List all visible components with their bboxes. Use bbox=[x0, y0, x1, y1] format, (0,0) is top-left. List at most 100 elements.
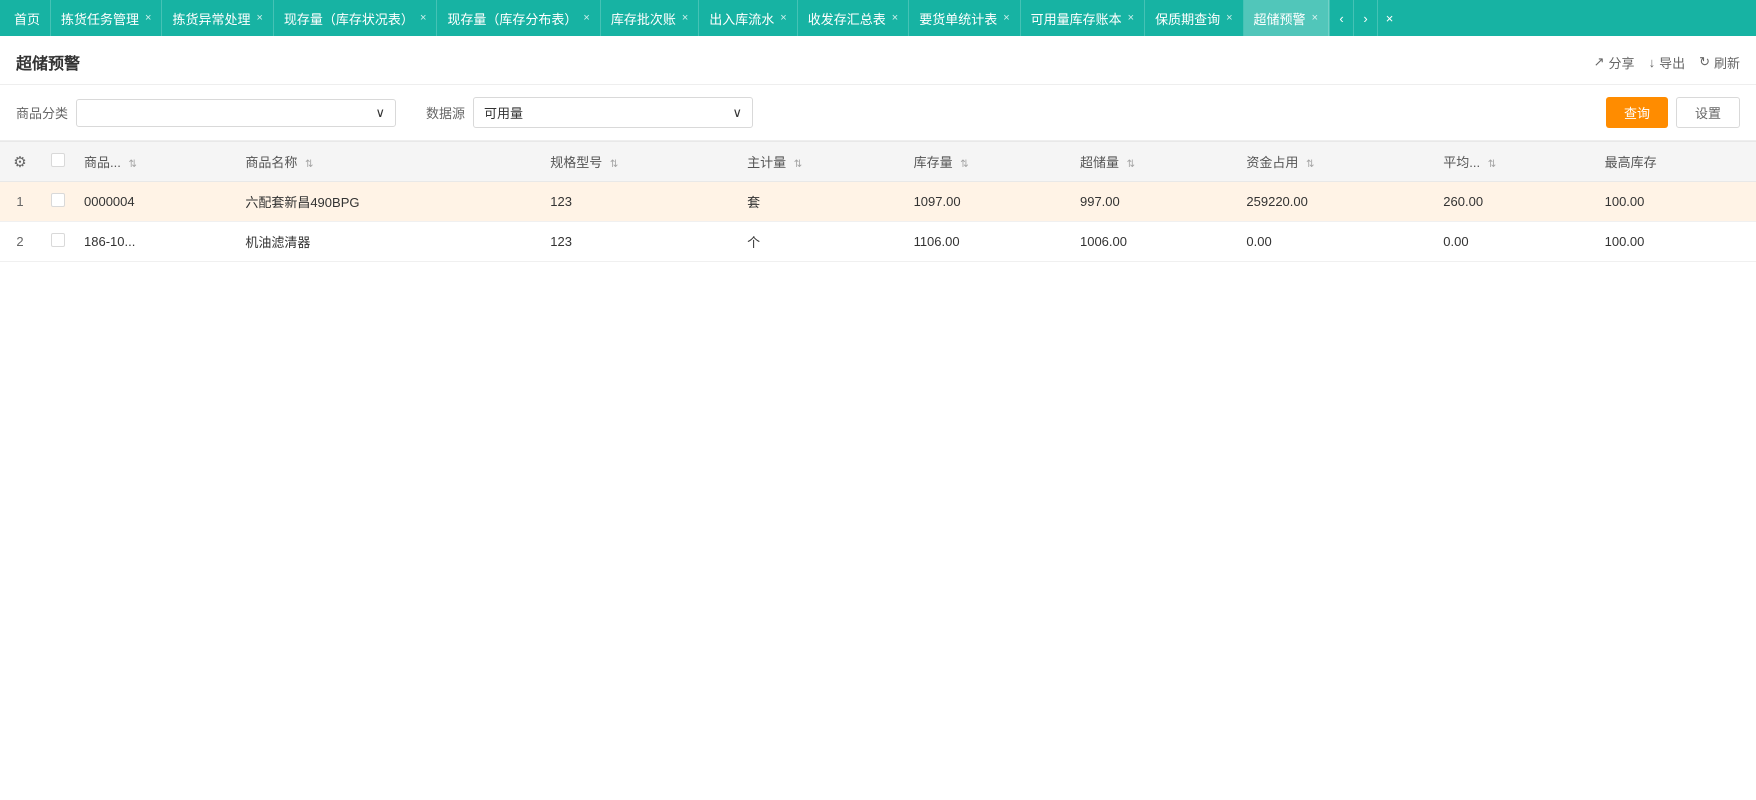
nav-tab-9-label: 可用量库存账本 bbox=[1031, 9, 1122, 28]
refresh-button[interactable]: ↻ 刷新 bbox=[1699, 53, 1740, 72]
table-header-row: ⚙ 商品... ⇅ 商品名称 ⇅ 规格型号 ⇅ bbox=[0, 142, 1756, 182]
nav-tab-1-close[interactable]: × bbox=[145, 12, 151, 24]
chevron-down-icon: ∨ bbox=[376, 105, 386, 121]
nav-tab-11[interactable]: 超储预警 × bbox=[1244, 0, 1329, 36]
nav-tab-9[interactable]: 可用量库存账本 × bbox=[1021, 0, 1145, 36]
nav-arrow-close[interactable]: × bbox=[1377, 0, 1401, 36]
col-header-overstock[interactable]: 超储量 ⇅ bbox=[1072, 142, 1238, 182]
sort-icon-capital[interactable]: ⇅ bbox=[1306, 159, 1314, 170]
cell-unit-1: 个 bbox=[739, 222, 905, 262]
export-icon: ↓ bbox=[1649, 55, 1656, 70]
col-header-product-code[interactable]: 商品... ⇅ bbox=[76, 142, 237, 182]
nav-tab-3-label: 现存量（库存状况表） bbox=[284, 9, 414, 28]
nav-tab-9-close[interactable]: × bbox=[1128, 12, 1134, 24]
nav-tab-1[interactable]: 拣货任务管理 × bbox=[51, 0, 162, 36]
query-button[interactable]: 查询 bbox=[1606, 97, 1668, 128]
setting-button[interactable]: 设置 bbox=[1676, 97, 1740, 128]
nav-tab-7-label: 收发存汇总表 bbox=[808, 9, 886, 28]
datasource-label: 数据源 bbox=[426, 103, 465, 122]
nav-tab-2[interactable]: 拣货异常处理 × bbox=[162, 0, 273, 36]
sort-icon-product-name[interactable]: ⇅ bbox=[305, 159, 313, 170]
cell-checkbox-1[interactable] bbox=[40, 222, 76, 262]
nav-tab-5[interactable]: 库存批次账 × bbox=[601, 0, 699, 36]
sort-icon-stock[interactable]: ⇅ bbox=[960, 159, 968, 170]
nav-tab-4[interactable]: 现存量（库存分布表） × bbox=[437, 0, 600, 36]
col-header-checkbox[interactable] bbox=[40, 142, 76, 182]
refresh-icon: ↻ bbox=[1699, 54, 1710, 70]
cell-stock-0: 1097.00 bbox=[906, 182, 1072, 222]
nav-tab-10[interactable]: 保质期查询 × bbox=[1145, 0, 1243, 36]
nav-tab-3[interactable]: 现存量（库存状况表） × bbox=[274, 0, 437, 36]
gear-icon[interactable]: ⚙ bbox=[13, 154, 26, 171]
nav-arrow-left[interactable]: ‹ bbox=[1329, 0, 1353, 36]
table-body: 1 0000004 六配套新昌490BPG 123 套 1097.00 997.… bbox=[0, 182, 1756, 262]
nav-tab-10-close[interactable]: × bbox=[1226, 12, 1232, 24]
cell-index-0: 1 bbox=[0, 182, 40, 222]
nav-tab-11-label: 超储预警 bbox=[1254, 9, 1306, 28]
sort-icon-avg[interactable]: ⇅ bbox=[1488, 159, 1496, 170]
col-header-capital[interactable]: 资金占用 ⇅ bbox=[1238, 142, 1435, 182]
product-category-label: 商品分类 bbox=[16, 103, 68, 122]
nav-tab-6[interactable]: 出入库流水 × bbox=[699, 0, 797, 36]
cell-product-code-0: 0000004 bbox=[76, 182, 237, 222]
col-header-avg[interactable]: 平均... ⇅ bbox=[1435, 142, 1596, 182]
sort-icon-product-code[interactable]: ⇅ bbox=[128, 159, 136, 170]
nav-tab-2-label: 拣货异常处理 bbox=[172, 9, 250, 28]
nav-tab-7-close[interactable]: × bbox=[892, 12, 898, 24]
nav-tab-3-close[interactable]: × bbox=[420, 12, 426, 24]
table-row: 2 186-10... 机油滤清器 123 个 1106.00 1006.00 … bbox=[0, 222, 1756, 262]
nav-tab-5-label: 库存批次账 bbox=[611, 9, 676, 28]
col-header-gear[interactable]: ⚙ bbox=[0, 142, 40, 182]
header-checkbox[interactable] bbox=[51, 153, 65, 167]
nav-tab-1-label: 拣货任务管理 bbox=[61, 9, 139, 28]
nav-arrow-right[interactable]: › bbox=[1353, 0, 1377, 36]
datasource-select[interactable]: 可用量 ∨ bbox=[473, 97, 753, 128]
cell-capital-1: 0.00 bbox=[1238, 222, 1435, 262]
row-checkbox-0[interactable] bbox=[51, 193, 65, 207]
col-header-stock[interactable]: 库存量 ⇅ bbox=[906, 142, 1072, 182]
share-icon: ↗ bbox=[1594, 54, 1605, 70]
nav-tab-8-close[interactable]: × bbox=[1003, 12, 1009, 24]
col-header-spec[interactable]: 规格型号 ⇅ bbox=[542, 142, 739, 182]
datasource-value: 可用量 bbox=[484, 103, 523, 122]
cell-product-code-1: 186-10... bbox=[76, 222, 237, 262]
nav-tab-7[interactable]: 收发存汇总表 × bbox=[798, 0, 909, 36]
col-header-product-name[interactable]: 商品名称 ⇅ bbox=[237, 142, 542, 182]
header-actions: ↗ 分享 ↓ 导出 ↻ 刷新 bbox=[1594, 53, 1740, 72]
col-stock-label: 库存量 bbox=[914, 155, 953, 170]
cell-avg-0: 260.00 bbox=[1435, 182, 1596, 222]
cell-checkbox-0[interactable] bbox=[40, 182, 76, 222]
col-spec-label: 规格型号 bbox=[550, 155, 602, 170]
col-product-code-label: 商品... bbox=[84, 155, 121, 170]
nav-tab-11-close[interactable]: × bbox=[1312, 12, 1318, 24]
sort-icon-spec[interactable]: ⇅ bbox=[610, 159, 618, 170]
col-header-unit[interactable]: 主计量 ⇅ bbox=[739, 142, 905, 182]
sort-icon-unit[interactable]: ⇅ bbox=[794, 159, 802, 170]
filter-actions: 查询 设置 bbox=[1606, 97, 1740, 128]
export-button[interactable]: ↓ 导出 bbox=[1649, 53, 1686, 72]
nav-tab-8-label: 要货单统计表 bbox=[919, 9, 997, 28]
col-unit-label: 主计量 bbox=[747, 155, 786, 170]
nav-tab-4-close[interactable]: × bbox=[583, 12, 589, 24]
cell-max-stock-1: 100.00 bbox=[1597, 222, 1756, 262]
product-category-select[interactable]: ∨ bbox=[76, 99, 396, 127]
cell-product-name-0: 六配套新昌490BPG bbox=[237, 182, 542, 222]
col-header-max-stock[interactable]: 最高库存 bbox=[1597, 142, 1756, 182]
cell-avg-1: 0.00 bbox=[1435, 222, 1596, 262]
top-nav: 首页 拣货任务管理 × 拣货异常处理 × 现存量（库存状况表） × 现存量（库存… bbox=[0, 0, 1756, 36]
row-checkbox-1[interactable] bbox=[51, 233, 65, 247]
share-button[interactable]: ↗ 分享 bbox=[1594, 53, 1635, 72]
nav-tab-8[interactable]: 要货单统计表 × bbox=[909, 0, 1020, 36]
nav-tab-6-close[interactable]: × bbox=[780, 12, 786, 24]
col-overstock-label: 超储量 bbox=[1080, 155, 1119, 170]
cell-overstock-0: 997.00 bbox=[1072, 182, 1238, 222]
page-content: 超储预警 ↗ 分享 ↓ 导出 ↻ 刷新 商品分类 ∨ 数据源 bbox=[0, 36, 1756, 800]
nav-tab-4-label: 现存量（库存分布表） bbox=[447, 9, 577, 28]
nav-tab-home[interactable]: 首页 bbox=[4, 0, 51, 36]
nav-tab-5-close[interactable]: × bbox=[682, 12, 688, 24]
sort-icon-overstock[interactable]: ⇅ bbox=[1127, 159, 1135, 170]
nav-tab-2-close[interactable]: × bbox=[256, 12, 262, 24]
refresh-label: 刷新 bbox=[1714, 53, 1740, 72]
page-header: 超储预警 ↗ 分享 ↓ 导出 ↻ 刷新 bbox=[0, 36, 1756, 85]
col-avg-label: 平均... bbox=[1443, 155, 1480, 170]
